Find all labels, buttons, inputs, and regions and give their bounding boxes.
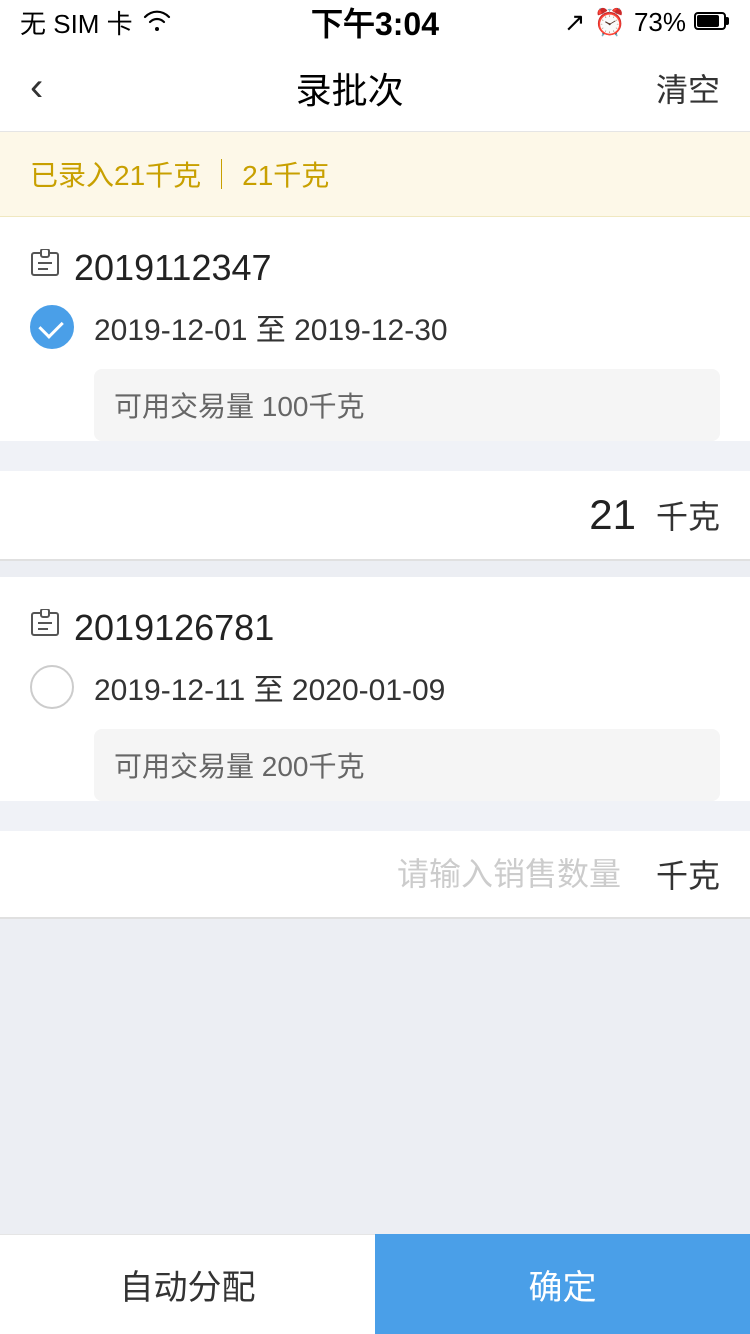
location-icon: ↗: [564, 7, 586, 38]
batch1-radio[interactable]: [30, 305, 74, 349]
batch2-radio[interactable]: [30, 665, 74, 709]
batch-card-2: 2019126781 2019-12-11 至 2020-01-09 可用交易量…: [0, 577, 750, 801]
batch1-available: 可用交易量 100千克: [94, 369, 720, 441]
batch2-id: 2019126781: [74, 607, 274, 649]
batch1-header: 2019112347: [30, 247, 720, 289]
batch1-date-row[interactable]: 2019-12-01 至 2019-12-30: [30, 305, 720, 349]
quantity-input[interactable]: [336, 856, 636, 893]
bottom-bar: 自动分配 确定: [0, 1234, 750, 1334]
total-label: 21千克: [242, 154, 329, 194]
banner-divider: [221, 159, 222, 189]
batch1-id: 2019112347: [74, 247, 272, 289]
nav-bar: ‹ 录批次 清空: [0, 44, 750, 132]
batch2-header: 2019126781: [30, 607, 720, 649]
wifi-icon: [143, 7, 171, 38]
batch1-date: 2019-12-01 至 2019-12-30: [94, 305, 448, 349]
page-title: 录批次: [296, 62, 404, 114]
battery-text: 73%: [634, 7, 686, 38]
batch2-date-row[interactable]: 2019-12-11 至 2020-01-09: [30, 665, 720, 709]
confirm-button[interactable]: 确定: [375, 1234, 750, 1334]
status-left: 无 SIM 卡: [20, 4, 171, 41]
alarm-icon: ⏰: [594, 7, 626, 38]
batch1-quantity-row: 21 千克: [0, 471, 750, 561]
status-bar: 无 SIM 卡 下午3:04 ↗ ⏰ 73%: [0, 0, 750, 44]
batch2-unit-label: 千克: [656, 851, 720, 897]
battery-icon: [694, 7, 730, 38]
status-right: ↗ ⏰ 73%: [564, 7, 730, 38]
batch1-quantity-value: 21: [589, 491, 636, 539]
clear-button[interactable]: 清空: [656, 65, 720, 111]
back-button[interactable]: ‹: [30, 65, 43, 110]
recorded-label: 已录入21千克: [30, 154, 201, 194]
info-banner: 已录入21千克 21千克: [0, 132, 750, 217]
section-divider: [0, 561, 750, 577]
batch2-available: 可用交易量 200千克: [94, 729, 720, 801]
auto-distribute-button[interactable]: 自动分配: [0, 1234, 375, 1334]
batch-card-1: 2019112347 2019-12-01 至 2019-12-30 可用交易量…: [0, 217, 750, 441]
batch1-icon: [30, 249, 64, 287]
batch2-input-row[interactable]: 千克: [0, 831, 750, 919]
carrier-text: 无 SIM 卡: [20, 4, 133, 41]
status-time: 下午3:04: [311, 0, 439, 45]
batch2-icon: [30, 609, 64, 647]
batch2-date: 2019-12-11 至 2020-01-09: [94, 665, 445, 709]
batch1-quantity-unit: 千克: [656, 492, 720, 538]
